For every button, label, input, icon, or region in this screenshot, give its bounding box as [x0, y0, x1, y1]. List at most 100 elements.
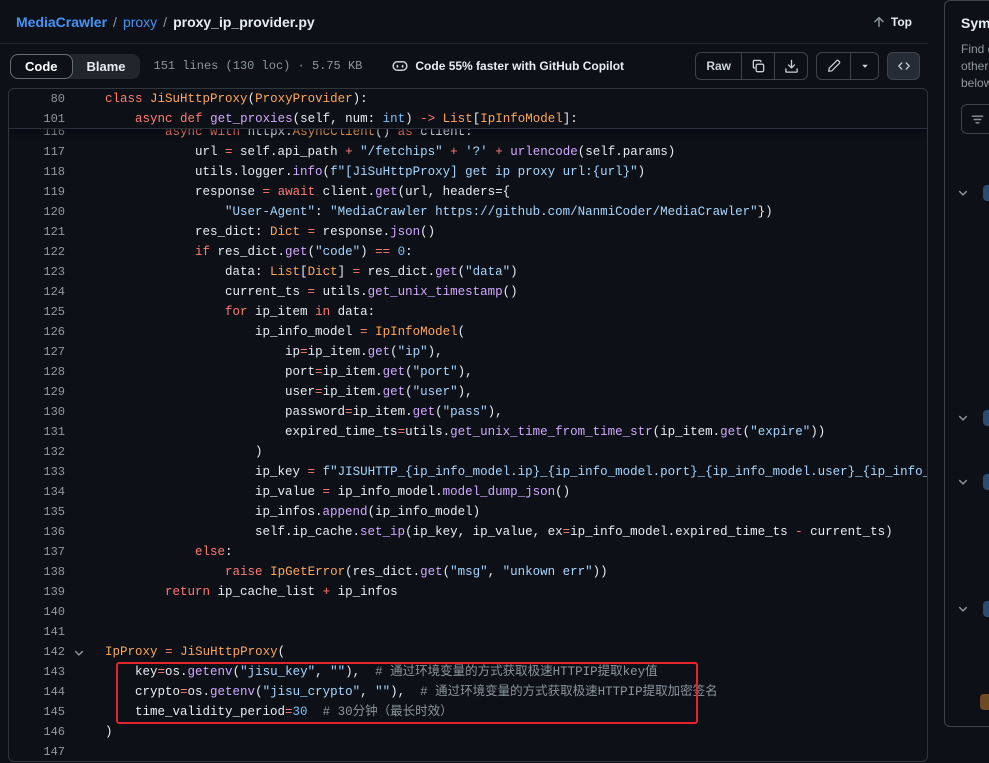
code-token: + [345, 145, 353, 159]
line-number[interactable]: 101 [9, 109, 65, 129]
line-number[interactable]: 132 [9, 442, 65, 462]
line-number[interactable]: 131 [9, 422, 65, 442]
code-token: get [383, 385, 406, 399]
line-number[interactable]: 125 [9, 302, 65, 322]
symbols-toggle-button[interactable] [887, 52, 920, 80]
code-token: "User-Agent" [225, 205, 315, 219]
line-number[interactable]: 134 [9, 482, 65, 502]
line-number[interactable]: 141 [9, 622, 65, 642]
line-number[interactable]: 80 [9, 89, 65, 109]
code-token: data: [330, 305, 375, 319]
line-number[interactable]: 118 [9, 162, 65, 182]
symbol-badge[interactable] [983, 185, 989, 201]
code-token: ( [323, 165, 331, 179]
chevron-down-icon[interactable] [957, 476, 969, 488]
code-token: utils. [315, 285, 368, 299]
code-token: = [165, 645, 173, 659]
code-token: List [270, 265, 300, 279]
edit-button[interactable] [817, 53, 850, 79]
line-number[interactable]: 128 [9, 362, 65, 382]
breadcrumb-folder-link[interactable]: proxy [123, 14, 157, 30]
code-token [263, 565, 271, 579]
code-token: "jisu_crypto" [263, 685, 361, 699]
line-number[interactable]: 140 [9, 602, 65, 622]
code-token: ( [390, 345, 398, 359]
line-number[interactable]: 136 [9, 522, 65, 542]
edit-dropdown-button[interactable] [850, 53, 878, 79]
code-line: 80class JiSuHttpProxy(ProxyProvider): [9, 89, 927, 109]
symbol-badge[interactable] [980, 694, 989, 710]
copilot-banner[interactable]: Code 55% faster with GitHub Copilot [392, 58, 624, 74]
line-number[interactable]: 117 [9, 142, 65, 162]
code-token: # 通过环境变量的方式获取极速HTTPIP提取加密签名 [420, 685, 718, 699]
code-token: ( [435, 405, 443, 419]
line-number[interactable]: 138 [9, 562, 65, 582]
code-token: # 通过环境变量的方式获取极速HTTPIP提取key值 [375, 665, 658, 679]
code-token: ) [360, 245, 375, 259]
code-token: == [375, 245, 390, 259]
filter-icon [970, 112, 985, 127]
chevron-down-icon[interactable] [957, 187, 969, 199]
line-number[interactable]: 142 [9, 642, 65, 662]
code-token: = [353, 265, 361, 279]
line-number[interactable]: 130 [9, 402, 65, 422]
code-token: [ [300, 265, 308, 279]
sticky-scope-lines: 80class JiSuHttpProxy(ProxyProvider):101… [9, 89, 927, 129]
chevron-down-icon[interactable] [957, 412, 969, 424]
line-number[interactable]: 124 [9, 282, 65, 302]
breadcrumb-repo-link[interactable]: MediaCrawler [16, 14, 107, 30]
tab-code[interactable]: Code [10, 54, 73, 79]
line-number[interactable]: 120 [9, 202, 65, 222]
line-number[interactable]: 119 [9, 182, 65, 202]
line-number[interactable]: 129 [9, 382, 65, 402]
code-token: res_dict: [105, 225, 270, 239]
copy-icon [751, 59, 766, 74]
copy-button[interactable] [741, 53, 774, 79]
code-token: "port" [413, 365, 458, 379]
code-token: ) [105, 725, 113, 739]
line-number[interactable]: 145 [9, 702, 65, 722]
code-token: response. [315, 225, 390, 239]
code-token: self.ip_cache. [105, 525, 360, 539]
code-line: 122 if res_dict.get("code") == 0: [9, 242, 927, 262]
download-icon [784, 59, 799, 74]
code-token: ip_info_model [105, 325, 360, 339]
code-token: f"[JiSuHttpProxy] get ip proxy url:{url}… [330, 165, 638, 179]
code-token [173, 645, 181, 659]
code-token: ip_infos [330, 585, 398, 599]
line-number[interactable]: 121 [9, 222, 65, 242]
code-token: = [323, 485, 331, 499]
back-to-top-button[interactable]: Top [872, 15, 912, 29]
code-token: = [345, 405, 353, 419]
symbol-badge[interactable] [983, 474, 989, 490]
symbol-badge[interactable] [983, 601, 989, 617]
line-number[interactable]: 122 [9, 242, 65, 262]
code-token: (res_dict. [345, 565, 420, 579]
line-number[interactable]: 146 [9, 722, 65, 742]
fold-chevron-down-icon[interactable] [73, 646, 85, 658]
line-number[interactable]: 139 [9, 582, 65, 602]
raw-button[interactable]: Raw [696, 53, 741, 79]
line-number[interactable]: 123 [9, 262, 65, 282]
line-number[interactable]: 137 [9, 542, 65, 562]
line-number[interactable]: 126 [9, 322, 65, 342]
code-line: 128 port=ip_item.get("port"), [9, 362, 927, 382]
download-button[interactable] [774, 53, 807, 79]
code-token: (ip_info_model) [368, 505, 481, 519]
line-number[interactable]: 147 [9, 742, 65, 762]
code-line: 135 ip_infos.append(ip_info_model) [9, 502, 927, 522]
line-number[interactable]: 127 [9, 342, 65, 362]
line-number[interactable]: 135 [9, 502, 65, 522]
chevron-down-icon[interactable] [957, 603, 969, 615]
code-token: os. [188, 685, 211, 699]
tab-blame[interactable]: Blame [73, 54, 140, 79]
line-number[interactable]: 144 [9, 682, 65, 702]
code-line: 132 ) [9, 442, 927, 462]
code-token: get [420, 565, 443, 579]
line-number[interactable]: 133 [9, 462, 65, 482]
code-token: utils.logger. [105, 165, 293, 179]
symbol-badge[interactable] [983, 410, 989, 426]
line-number[interactable]: 143 [9, 662, 65, 682]
symbols-desc-line: below or in the code. [961, 75, 989, 92]
code-token: + [323, 585, 331, 599]
